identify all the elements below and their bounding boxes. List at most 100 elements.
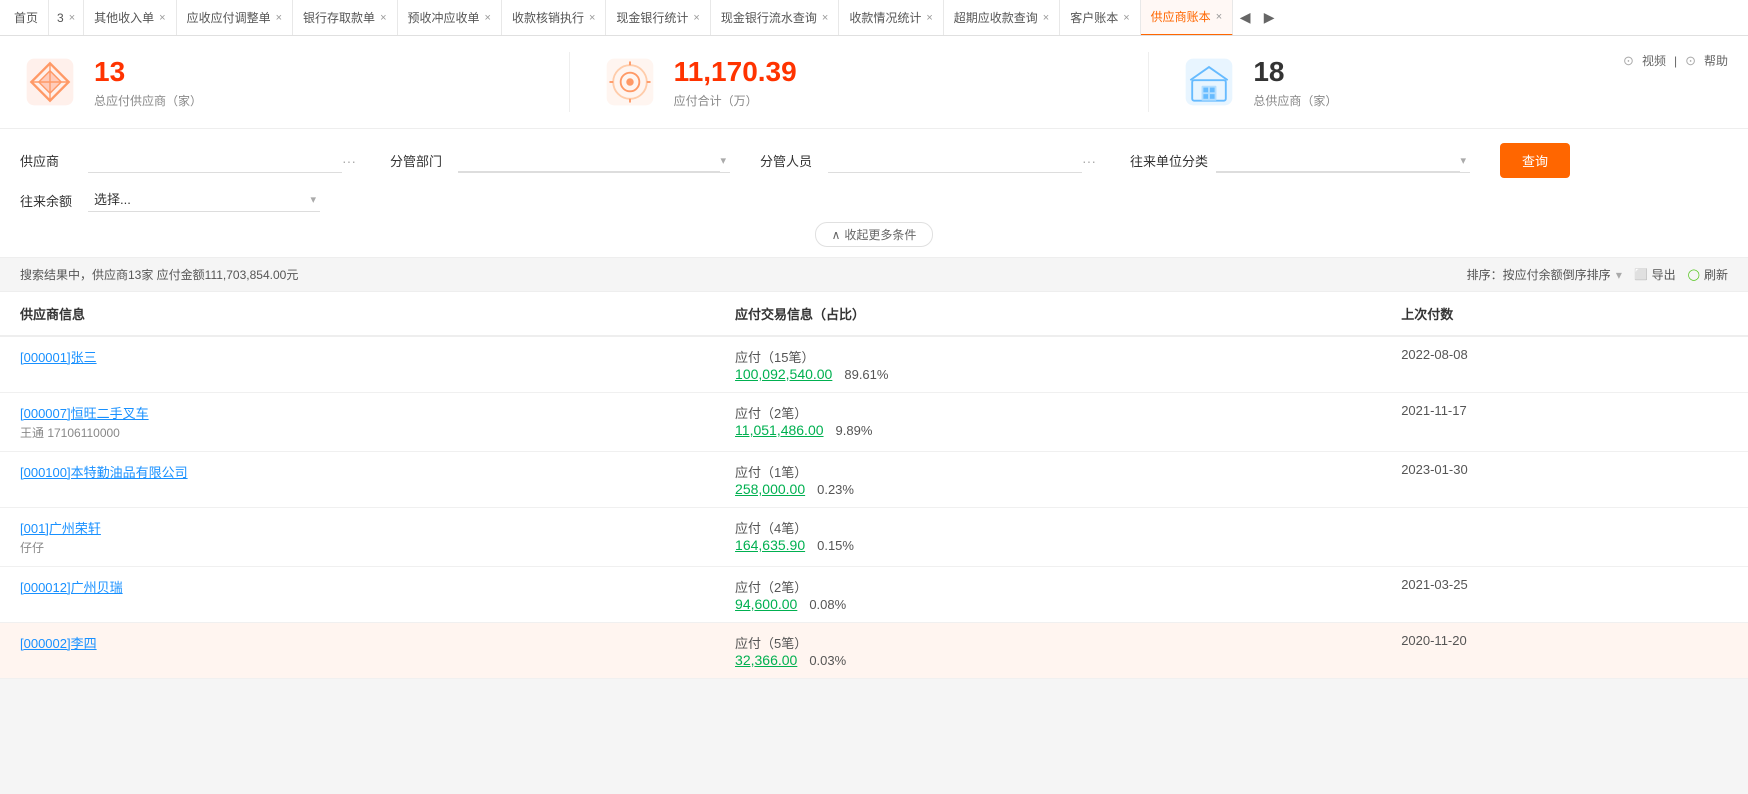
- close-icon[interactable]: ×: [693, 12, 699, 24]
- collapse-button[interactable]: ∧ 收起更多条件: [815, 222, 934, 247]
- tx-label: 应付（2笔）: [735, 577, 1361, 596]
- payable-amount-num: 11,170.39: [674, 55, 797, 89]
- sort-text: 排序：按应付余额倒序排序: [1467, 268, 1611, 282]
- query-button[interactable]: 查询: [1500, 143, 1570, 178]
- table-row: [000001]张三应付（15笔）100,092,540.0089.61%202…: [0, 336, 1748, 393]
- nav-tab-cash-bank-flow[interactable]: 现金银行流水查询 ×: [711, 0, 839, 36]
- close-icon[interactable]: ×: [822, 12, 828, 24]
- nav-tab-payment-stats[interactable]: 收款情况统计 ×: [839, 0, 943, 36]
- tx-amount[interactable]: 11,051,486.00: [735, 422, 824, 438]
- nav-tab-customer-ledger[interactable]: 客户账本 ×: [1060, 0, 1140, 36]
- balance-select[interactable]: 选择...: [88, 188, 310, 211]
- tx-amount[interactable]: 94,600.00: [735, 596, 797, 612]
- circle-play-icon: ⊙: [1623, 53, 1634, 69]
- tx-amount[interactable]: 258,000.00: [735, 481, 805, 497]
- results-bar: 搜索结果中，供应商13家 应付金额111,703,854.00元 排序：按应付余…: [0, 258, 1748, 292]
- nav-tab-bank-deposit[interactable]: 银行存取款单 ×: [293, 0, 397, 36]
- close-icon[interactable]: ×: [69, 12, 75, 24]
- category-filter-label: 往来单位分类: [1130, 151, 1208, 170]
- supplier-link[interactable]: [000012]广州贝瑞: [20, 580, 123, 595]
- wheat-icon: [600, 52, 660, 112]
- total-suppliers-label: 总供应商（家）: [1253, 92, 1337, 109]
- nav-tab-other-income[interactable]: 其他收入单 ×: [84, 0, 176, 36]
- close-icon[interactable]: ×: [276, 12, 282, 24]
- nav-tab-cash-bank-stats[interactable]: 现金银行统计 ×: [606, 0, 710, 36]
- tx-info-cell: 应付（15笔）100,092,540.0089.61%: [715, 336, 1381, 393]
- supplier-info-cell: [000100]本特勤油品有限公司: [0, 452, 715, 508]
- chevron-down-icon: ▾: [1460, 154, 1466, 167]
- nav-tab-3-label: 3: [57, 11, 64, 25]
- supplier-input[interactable]: [88, 149, 342, 173]
- nav-tab-3[interactable]: 3 ×: [49, 0, 84, 36]
- close-icon[interactable]: ×: [1043, 12, 1049, 24]
- payable-suppliers-num: 13: [94, 55, 202, 89]
- table-row: [000100]本特勤油品有限公司应付（1笔）258,000.000.23%20…: [0, 452, 1748, 508]
- last-pay-date-cell: 2020-11-20: [1381, 623, 1748, 679]
- dept-filter-label: 分管部门: [390, 151, 450, 170]
- nav-tab-payment-exec[interactable]: 收款核销执行 ×: [502, 0, 606, 36]
- supplier-link[interactable]: [000007]恒旺二手叉车: [20, 406, 149, 421]
- nav-next-arrow[interactable]: ▶: [1257, 0, 1281, 36]
- category-input[interactable]: [1216, 148, 1460, 172]
- nav-tab-advance-offset[interactable]: 预收冲应收单 ×: [398, 0, 502, 36]
- nav-tab-overdue-query-label: 超期应收款查询: [954, 9, 1038, 26]
- refresh-button[interactable]: 刷新: [1688, 266, 1728, 283]
- nav-tab-cash-bank-stats-label: 现金银行统计: [616, 9, 688, 26]
- table-row: [000012]广州贝瑞应付（2笔）94,600.000.08%2021-03-…: [0, 567, 1748, 623]
- filter-person: 分管人员 ···: [760, 149, 1100, 173]
- refresh-label: 刷新: [1704, 266, 1728, 283]
- nav-tab-home-label: 首页: [14, 9, 38, 26]
- tx-info-cell: 应付（2笔）94,600.00 0.08%: [715, 567, 1381, 623]
- results-actions: 排序：按应付余额倒序排序 ▾ 导出 刷新: [1467, 266, 1728, 283]
- col-header-supplier: 供应商信息: [0, 292, 715, 336]
- filter-row-2: 往来余额 选择... ▾: [20, 188, 1728, 212]
- tx-amount[interactable]: 100,092,540.00: [735, 366, 832, 382]
- store-icon: [1179, 52, 1239, 112]
- tx-amount[interactable]: 32,366.00: [735, 652, 797, 668]
- col-header-tx-info: 应付交易信息（占比）: [715, 292, 1381, 336]
- tx-percent: 0.03%: [809, 653, 846, 668]
- last-pay-date-cell: 2023-01-30: [1381, 452, 1748, 508]
- export-button[interactable]: 导出: [1634, 266, 1676, 283]
- help-link[interactable]: 帮助: [1704, 52, 1728, 69]
- supplier-link[interactable]: [000002]李四: [20, 636, 97, 651]
- supplier-link[interactable]: [000100]本特勤油品有限公司: [20, 465, 188, 480]
- dept-input[interactable]: [458, 148, 720, 172]
- payable-amount-label: 应付合计（万）: [674, 92, 797, 109]
- tx-label: 应付（4笔）: [735, 518, 1361, 537]
- close-icon[interactable]: ×: [1123, 12, 1129, 24]
- close-icon[interactable]: ×: [159, 12, 165, 24]
- table-row: [001]广州荣轩仔仔应付（4笔）164,635.900.15%: [0, 508, 1748, 567]
- supplier-info-cell: [000007]恒旺二手叉车王通 17106110000: [0, 393, 715, 452]
- nav-tab-ar-ap-adjust[interactable]: 应收应付调整单 ×: [177, 0, 293, 36]
- chevron-down-icon: ▾: [720, 154, 726, 167]
- tx-amount[interactable]: 164,635.90: [735, 537, 805, 553]
- nav-tab-supplier-ledger[interactable]: 供应商账本 ×: [1141, 0, 1233, 36]
- more-options-icon[interactable]: ···: [342, 153, 356, 169]
- nav-tab-home[interactable]: 首页: [4, 0, 49, 36]
- tx-percent: 0.08%: [809, 597, 846, 612]
- close-icon[interactable]: ×: [589, 12, 595, 24]
- last-pay-date-cell: [1381, 508, 1748, 567]
- supplier-link[interactable]: [001]广州荣轩: [20, 521, 101, 536]
- person-input[interactable]: [828, 149, 1082, 173]
- close-icon[interactable]: ×: [1216, 11, 1222, 23]
- supplier-link[interactable]: [000001]张三: [20, 350, 97, 365]
- stat-block-payable-amount: 11,170.39 应付合计（万）: [600, 52, 1150, 112]
- supplier-info-cell: [000012]广州贝瑞: [0, 567, 715, 623]
- close-icon[interactable]: ×: [926, 12, 932, 24]
- nav-tab-overdue-query[interactable]: 超期应收款查询 ×: [944, 0, 1060, 36]
- last-pay-date-cell: 2021-11-17: [1381, 393, 1748, 452]
- stats-header: 13 总应付供应商（家） 11,170.39 应付合计（万）: [0, 36, 1748, 129]
- nav-tab-customer-ledger-label: 客户账本: [1070, 9, 1118, 26]
- close-icon[interactable]: ×: [485, 12, 491, 24]
- close-icon[interactable]: ×: [380, 12, 386, 24]
- video-link[interactable]: 视频: [1642, 52, 1666, 69]
- nav-tab-advance-offset-label: 预收冲应收单: [408, 9, 480, 26]
- nav-tab-other-income-label: 其他收入单: [94, 9, 154, 26]
- person-filter-label: 分管人员: [760, 151, 820, 170]
- more-options-icon[interactable]: ···: [1082, 153, 1096, 169]
- stat-block-payable-suppliers: 13 总应付供应商（家）: [20, 52, 570, 112]
- nav-prev-arrow[interactable]: ◀: [1233, 0, 1257, 36]
- table-header-row: 供应商信息 应付交易信息（占比） 上次付数: [0, 292, 1748, 336]
